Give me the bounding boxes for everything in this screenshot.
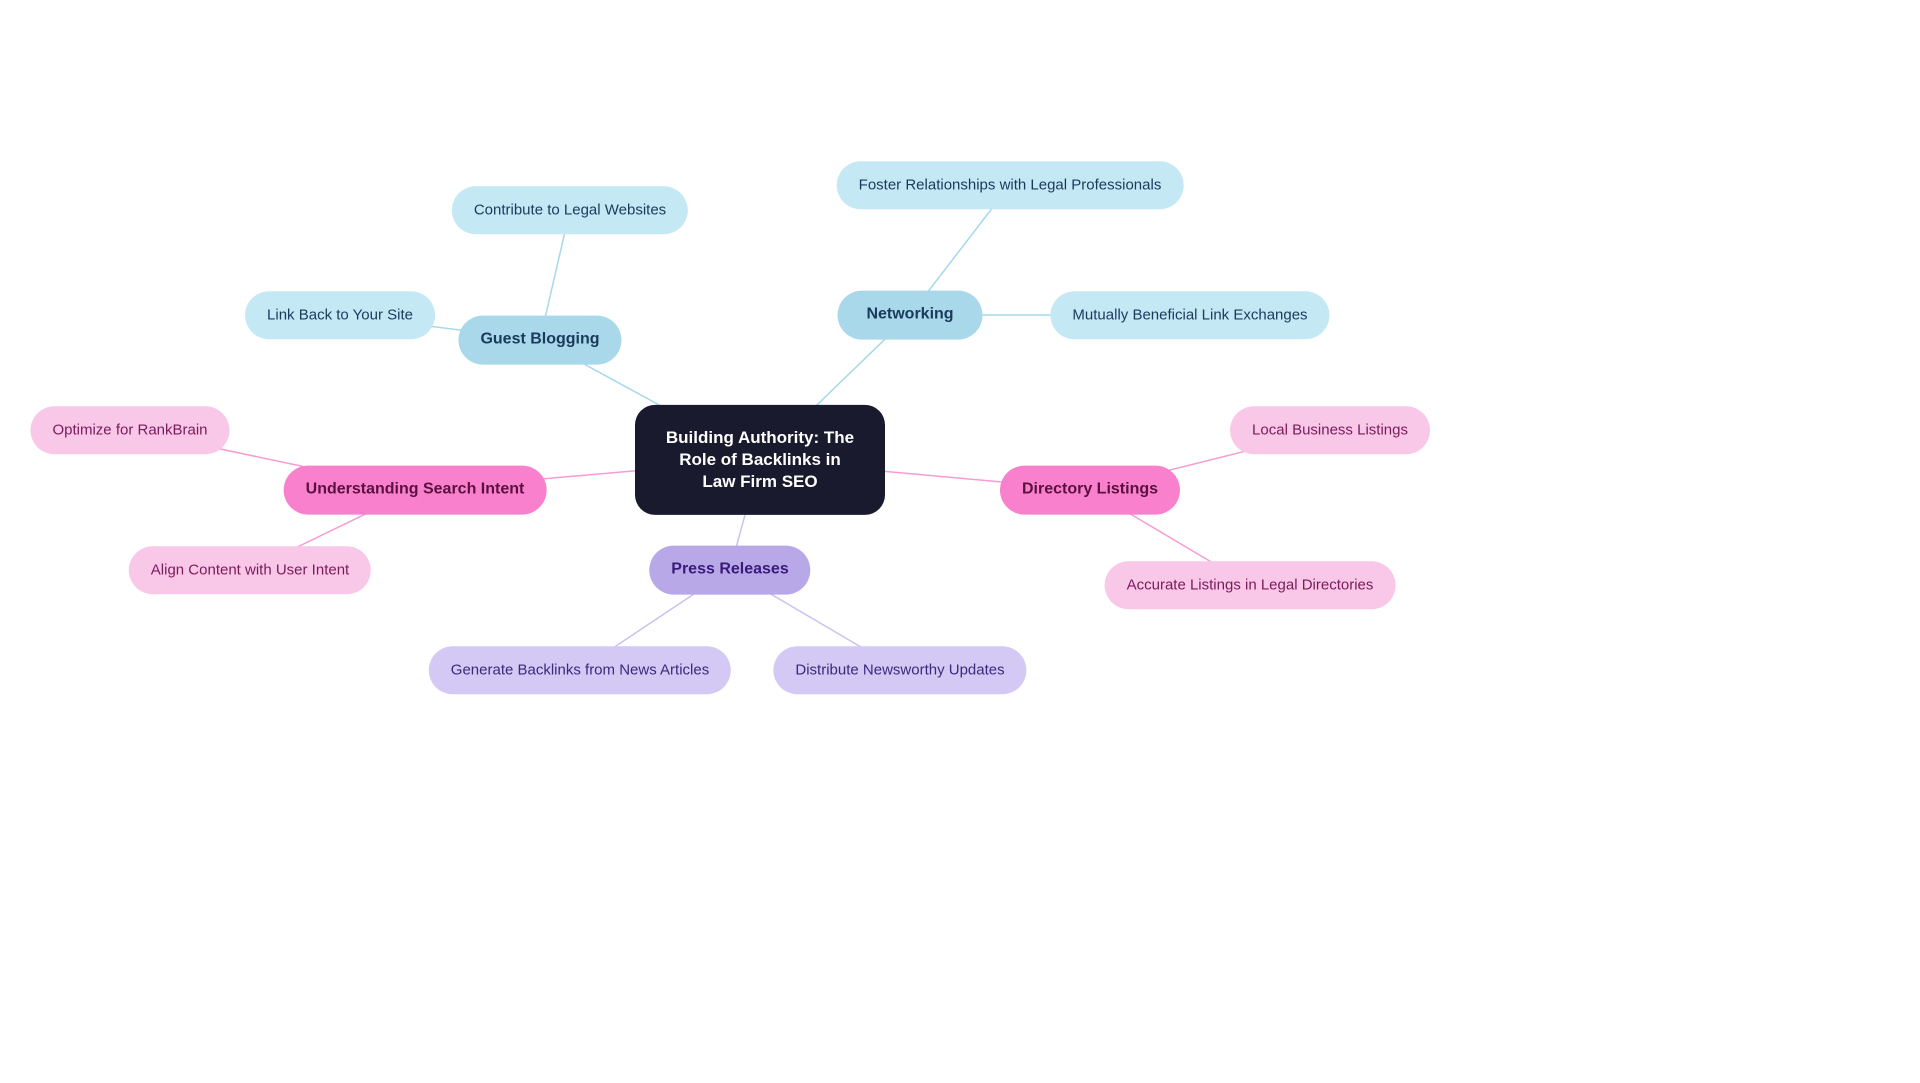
generate-backlinks-node: Generate Backlinks from News Articles [429, 646, 731, 694]
link-back-node: Link Back to Your Site [245, 291, 435, 339]
contribute-legal-node: Contribute to Legal Websites [452, 186, 688, 234]
guest-blogging-node: Guest Blogging [458, 316, 621, 365]
networking-node: Networking [838, 291, 983, 340]
foster-relationships-node: Foster Relationships with Legal Professi… [837, 161, 1184, 209]
mutually-beneficial-node: Mutually Beneficial Link Exchanges [1050, 291, 1329, 339]
directory-listings-node: Directory Listings [1000, 466, 1180, 515]
center-node: Building Authority: The Role of Backlink… [635, 405, 885, 515]
align-content-node: Align Content with User Intent [129, 546, 371, 594]
local-business-node: Local Business Listings [1230, 406, 1430, 454]
press-releases-node: Press Releases [649, 546, 810, 595]
accurate-listings-node: Accurate Listings in Legal Directories [1105, 561, 1396, 609]
distribute-newsworthy-node: Distribute Newsworthy Updates [773, 646, 1026, 694]
optimize-rankbrain-node: Optimize for RankBrain [30, 406, 229, 454]
understanding-search-node: Understanding Search Intent [284, 466, 547, 515]
